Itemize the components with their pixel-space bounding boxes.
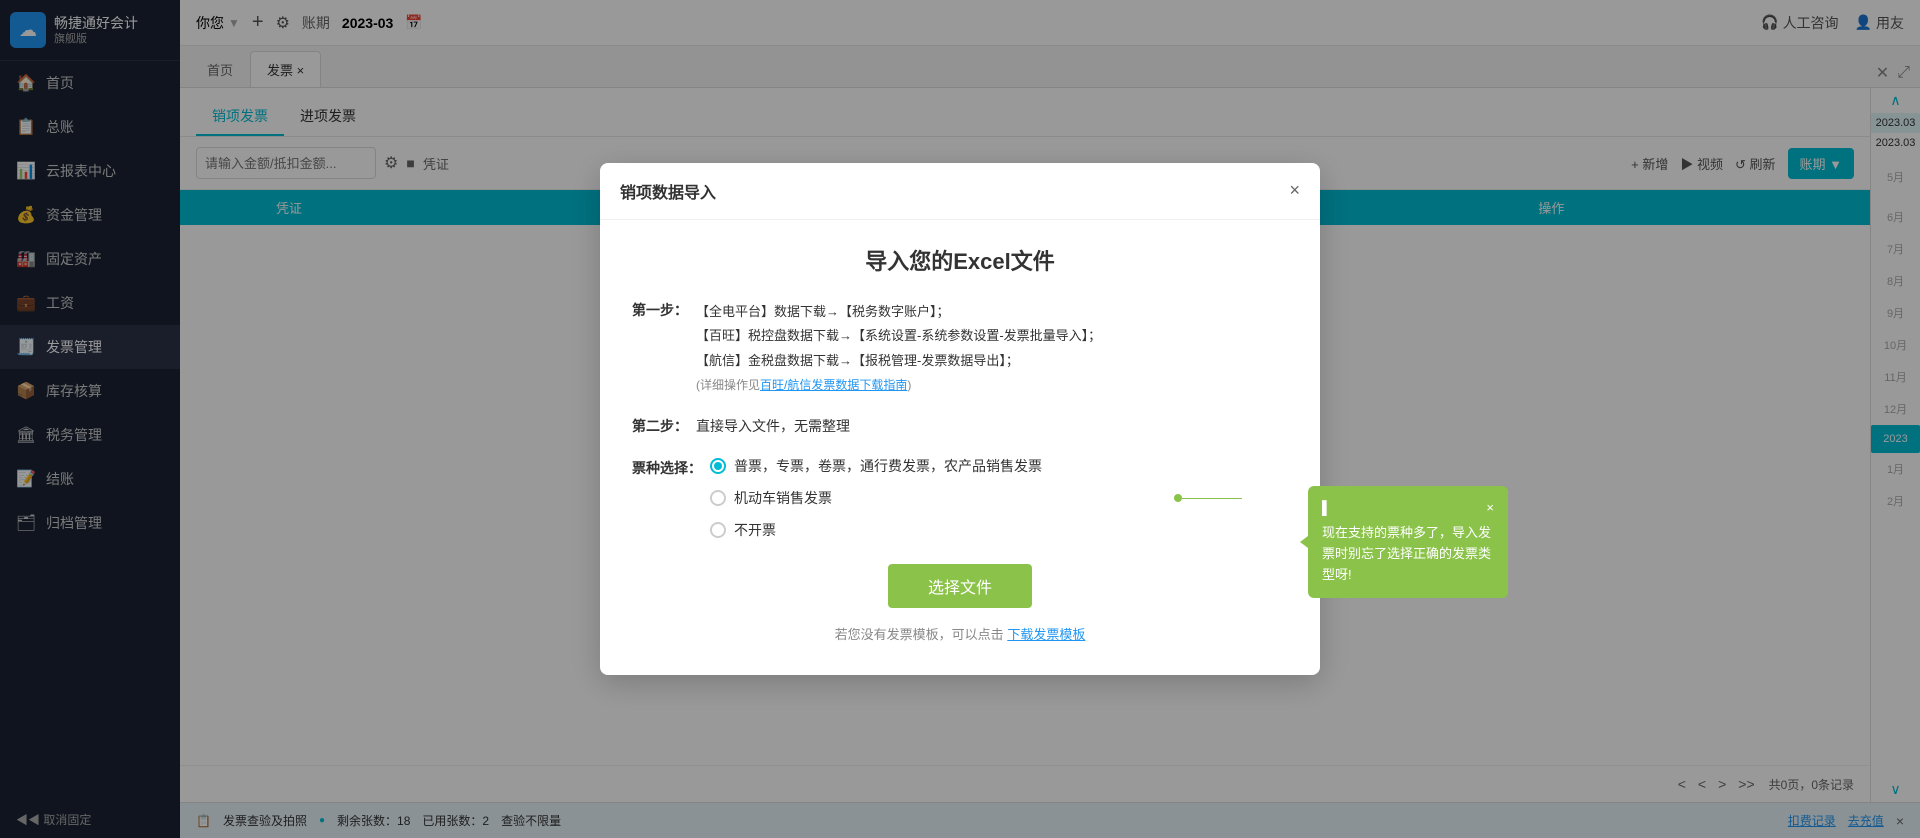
step1-line3: 【航信】金税盘数据下载→【报税管理-发票数据导出】； <box>696 349 1101 374</box>
radio-motor[interactable]: 机动车销售发票 <box>710 488 1042 508</box>
radio-motor-label: 机动车销售发票 <box>734 488 832 508</box>
tooltip-close-button[interactable]: × <box>1486 498 1494 519</box>
step2-label: 第二步： <box>632 416 688 436</box>
radio-circle-motor <box>710 490 726 506</box>
step1-line1: 【全电平台】数据下载→【税务数字账户】； <box>696 300 1101 325</box>
radio-no-ticket[interactable]: 不开票 <box>710 520 1042 540</box>
ticket-choice-label: 票种选择： <box>632 456 702 478</box>
modal-title: 销项数据导入 <box>620 179 716 203</box>
tooltip-text: 现在支持的票种多了，导入发票时别忘了选择正确的发票类型呀! <box>1322 525 1491 582</box>
ticket-choice: 票种选择： 普票，专票，卷票，通行费发票，农产品销售发票 机动车销售 <box>632 456 1288 540</box>
step1-subnote: (详细操作见百旺/航信发票数据下载指南) <box>696 374 1101 397</box>
select-file-button[interactable]: 选择文件 <box>888 564 1032 608</box>
step1: 第一步： 【全电平台】数据下载→【税务数字账户】； 【百旺】税控盘数据下载→【系… <box>632 300 1288 397</box>
radio-normal-label: 普票，专票，卷票，通行费发票，农产品销售发票 <box>734 456 1042 476</box>
guide-link[interactable]: 百旺/航信发票数据下载指南 <box>760 378 907 392</box>
tooltip-dot <box>1174 494 1182 502</box>
modal-main-title: 导入您的Excel文件 <box>632 244 1288 276</box>
step1-line2: 【百旺】税控盘数据下载→【系统设置-系统参数设置-发票批量导入】； <box>696 324 1101 349</box>
step2-content: 直接导入文件，无需整理 <box>696 416 850 436</box>
radio-dot-normal <box>714 462 722 470</box>
modal-dialog: 销项数据导入 × 导入您的Excel文件 第一步： 【全电平台】数据下载→【税务… <box>600 163 1320 676</box>
modal-body: 导入您的Excel文件 第一步： 【全电平台】数据下载→【税务数字账户】； 【百… <box>600 220 1320 676</box>
radio-circle-normal <box>710 458 726 474</box>
modal-header: 销项数据导入 × <box>600 163 1320 220</box>
tooltip-bar: ▌ <box>1322 498 1331 519</box>
radio-normal[interactable]: 普票，专票，卷票，通行费发票，农产品销售发票 <box>710 456 1042 476</box>
step1-content: 【全电平台】数据下载→【税务数字账户】； 【百旺】税控盘数据下载→【系统设置-系… <box>696 300 1101 397</box>
tooltip-connector <box>1174 494 1242 502</box>
modal-overlay: 销项数据导入 × 导入您的Excel文件 第一步： 【全电平台】数据下载→【税务… <box>0 0 1920 838</box>
tooltip-line <box>1182 498 1242 499</box>
tooltip-box: ▌ × 现在支持的票种多了，导入发票时别忘了选择正确的发票类型呀! <box>1308 486 1508 597</box>
download-note: 若您没有发票模板，可以点击 下载发票模板 <box>632 624 1288 643</box>
radio-circle-no-ticket <box>710 522 726 538</box>
modal-close-button[interactable]: × <box>1289 180 1300 201</box>
step1-label: 第一步： <box>632 300 688 397</box>
radio-no-ticket-label: 不开票 <box>734 520 776 540</box>
download-template-link[interactable]: 下载发票模板 <box>1007 627 1085 642</box>
tooltip-container: ▌ × 现在支持的票种多了，导入发票时别忘了选择正确的发票类型呀! <box>1308 486 1508 597</box>
step2: 第二步： 直接导入文件，无需整理 <box>632 416 1288 436</box>
tooltip-arrow <box>1300 536 1308 548</box>
radio-group: 普票，专票，卷票，通行费发票，农产品销售发票 机动车销售发票 <box>710 456 1042 540</box>
